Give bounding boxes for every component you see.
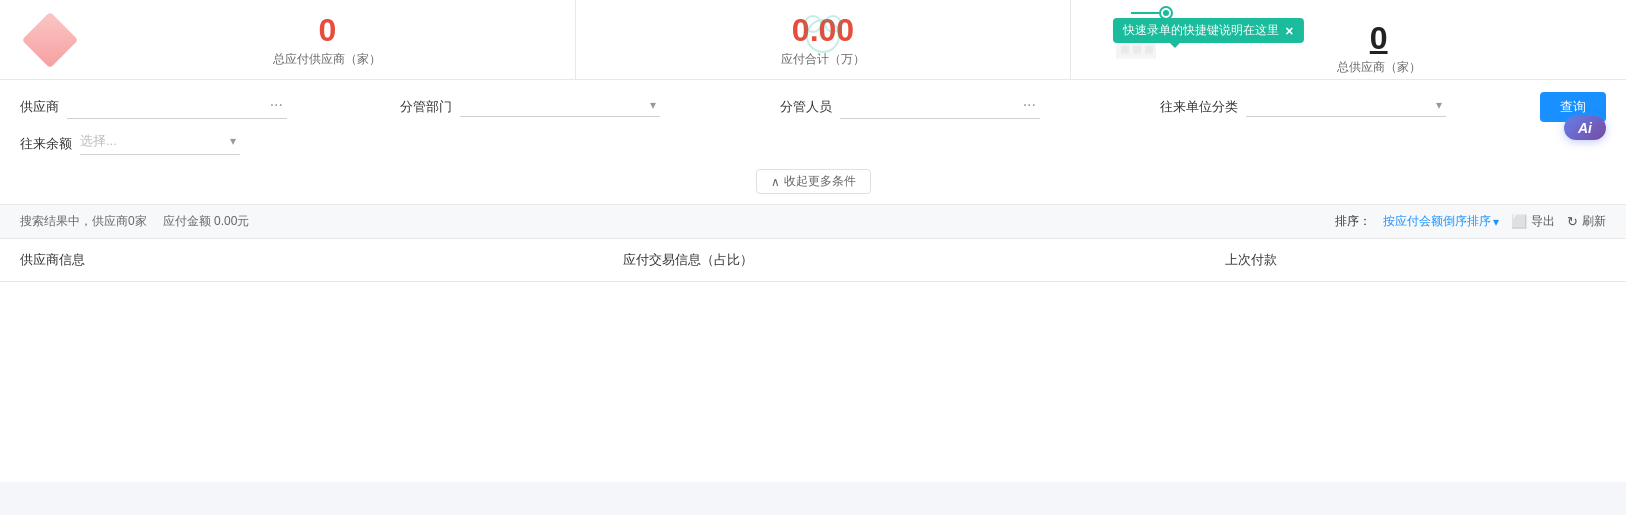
supplier-dots[interactable]: ··· xyxy=(266,96,287,114)
balance-label: 往来余额 xyxy=(20,135,72,153)
svg-rect-9 xyxy=(1133,45,1141,53)
ai-badge[interactable]: Ai xyxy=(1564,116,1606,140)
sort-chevron: ▾ xyxy=(1493,215,1499,229)
balance-select-wrap: 选择... ▾ xyxy=(80,132,240,155)
stat-payable-total: 0.00 应付合计（万） xyxy=(576,0,1072,79)
unit-chevron[interactable]: ▾ xyxy=(1432,98,1446,112)
dept-input[interactable] xyxy=(460,97,646,112)
tooltip-area: 快速录单的快捷键说明在这里 × xyxy=(1131,8,1171,18)
col-supplier-header: 供应商信息 xyxy=(20,251,623,269)
svg-point-3 xyxy=(819,32,827,40)
collapse-bar: ∧ 收起更多条件 xyxy=(20,163,1606,204)
stat-total-suppliers: 快速录单的快捷键说明在这里 × 0 总供应商（家） xyxy=(1071,0,1626,79)
summary-supplier: 搜索结果中，供应商0家 xyxy=(20,213,147,230)
refresh-icon: ↻ xyxy=(1567,214,1578,229)
dept-input-wrap: ▾ xyxy=(460,97,660,117)
balance-placeholder: 选择... xyxy=(80,132,226,150)
export-button[interactable]: ⬜ 导出 xyxy=(1511,213,1555,230)
tooltip-line xyxy=(1131,12,1161,14)
svg-rect-10 xyxy=(1145,45,1153,53)
collapse-label: 收起更多条件 xyxy=(784,173,856,190)
unit-input[interactable] xyxy=(1246,97,1432,112)
sort-select[interactable]: 按应付会额倒序排序 ▾ xyxy=(1383,213,1499,230)
tooltip-bubble: 快速录单的快捷键说明在这里 × xyxy=(1113,18,1303,43)
balance-chevron[interactable]: ▾ xyxy=(226,134,240,148)
refresh-label: 刷新 xyxy=(1582,213,1606,230)
supplier-label: 供应商 xyxy=(20,98,59,116)
tooltip-close-btn[interactable]: × xyxy=(1285,23,1293,39)
filter-bar: 供应商 ··· 分管部门 ▾ 分管人员 ··· 往来单位分 xyxy=(0,80,1626,205)
sort-label: 排序： xyxy=(1335,213,1371,230)
result-bar: 搜索结果中，供应商0家 应付金额 0.00元 排序： 按应付会额倒序排序 ▾ ⬜… xyxy=(0,205,1626,239)
result-summary: 搜索结果中，供应商0家 应付金额 0.00元 xyxy=(20,213,249,230)
stat-total-payable-suppliers: 0 总应付供应商（家） xyxy=(0,0,576,79)
sort-value: 按应付会额倒序排序 xyxy=(1383,213,1491,230)
filter-row-2: 往来余额 选择... ▾ xyxy=(20,132,1606,155)
manager-label: 分管人员 xyxy=(780,98,832,116)
collapse-button[interactable]: ∧ 收起更多条件 xyxy=(756,169,871,194)
unit-label: 往来单位分类 xyxy=(1160,98,1238,116)
bear-icon xyxy=(793,8,853,71)
manager-input-wrap: ··· xyxy=(840,96,1040,119)
diamond-icon xyxy=(30,20,70,60)
filter-supplier: 供应商 ··· xyxy=(20,96,360,119)
filter-manager: 分管人员 ··· xyxy=(780,96,1120,119)
supplier-input[interactable] xyxy=(67,97,266,112)
total-suppliers-label: 总供应商（家） xyxy=(1337,59,1421,76)
export-icon: ⬜ xyxy=(1511,214,1527,229)
dept-label: 分管部门 xyxy=(400,98,452,116)
tooltip-text: 快速录单的快捷键说明在这里 xyxy=(1123,22,1279,39)
col-payment-header: 上次付款 xyxy=(1225,251,1606,269)
total-suppliers-number: 0 xyxy=(1370,19,1388,57)
export-label: 导出 xyxy=(1531,213,1555,230)
manager-input[interactable] xyxy=(840,97,1019,112)
refresh-button[interactable]: ↻ 刷新 xyxy=(1567,213,1606,230)
summary-amount: 应付金额 0.00元 xyxy=(163,213,250,230)
col-transaction-header: 应付交易信息（占比） xyxy=(623,251,1226,269)
filter-balance: 往来余额 选择... ▾ xyxy=(20,132,240,155)
stats-bar: 0 总应付供应商（家） 0.00 应付合计（万） xyxy=(0,0,1626,80)
unit-input-wrap: ▾ xyxy=(1246,97,1446,117)
supplier-input-wrap: ··· xyxy=(67,96,287,119)
table-header: 供应商信息 应付交易信息（占比） 上次付款 xyxy=(0,239,1626,282)
tooltip-dot xyxy=(1161,8,1171,18)
filter-dept: 分管部门 ▾ xyxy=(400,97,740,117)
payable-suppliers-number: 0 xyxy=(318,11,336,49)
table-body xyxy=(0,282,1626,482)
dept-chevron[interactable]: ▾ xyxy=(646,98,660,112)
svg-rect-8 xyxy=(1121,45,1129,53)
result-actions: 排序： 按应付会额倒序排序 ▾ ⬜ 导出 ↻ 刷新 xyxy=(1335,213,1606,230)
payable-suppliers-label: 总应付供应商（家） xyxy=(273,51,381,68)
filter-unit: 往来单位分类 ▾ xyxy=(1160,97,1500,117)
collapse-icon: ∧ xyxy=(771,175,780,189)
filter-row-1: 供应商 ··· 分管部门 ▾ 分管人员 ··· 往来单位分 xyxy=(20,92,1606,122)
manager-dots[interactable]: ··· xyxy=(1019,96,1040,114)
